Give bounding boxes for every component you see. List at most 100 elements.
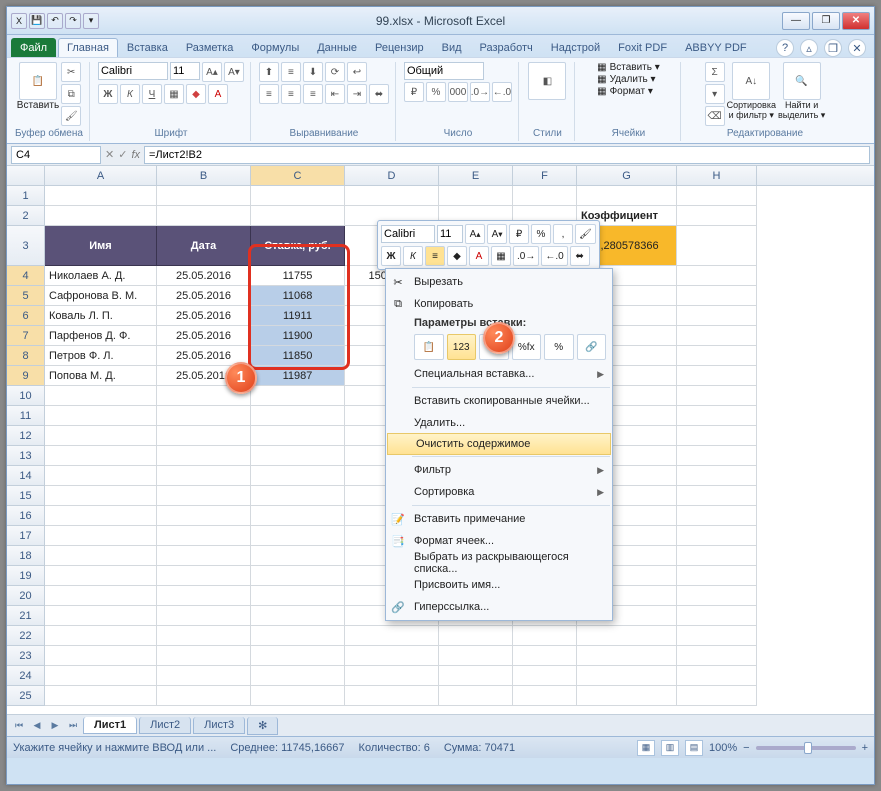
header-date[interactable]: Дата [157, 226, 251, 266]
copy-icon[interactable]: ⧉ [61, 84, 81, 104]
increase-indent-icon[interactable]: ⇥ [347, 84, 367, 104]
mini-decrease-font-icon[interactable]: A▾ [487, 224, 507, 244]
currency-icon[interactable]: ₽ [404, 82, 424, 102]
cell-rate[interactable]: 11755 [251, 266, 345, 286]
styles-icon[interactable]: ◧ [528, 62, 566, 100]
redo-icon[interactable]: ↷ [65, 13, 81, 29]
ribbon-minimize-icon[interactable]: ▵ [800, 39, 818, 57]
mini-inc-decimal-icon[interactable]: .0→ [513, 246, 539, 266]
fill-color-icon[interactable]: ◆ [186, 84, 206, 104]
zoom-slider[interactable] [756, 746, 856, 750]
delete-cells-icon[interactable]: ▦ [597, 74, 606, 85]
insert-cells-button[interactable]: Вставить ▾ [610, 62, 660, 73]
number-format-select[interactable] [404, 62, 484, 80]
mini-comma-icon[interactable]: , [553, 224, 573, 244]
tab-view[interactable]: Вид [433, 38, 471, 57]
mini-merge-icon[interactable]: ⬌ [570, 246, 590, 266]
mini-bold-icon[interactable]: Ж [381, 246, 401, 266]
ctx-define-name[interactable]: Присвоить имя... [386, 574, 612, 596]
cell-rate[interactable]: 11987 [251, 366, 345, 386]
row-header[interactable]: 13 [7, 446, 45, 466]
row-header[interactable]: 25 [7, 686, 45, 706]
mini-font-color-icon[interactable]: A [469, 246, 489, 266]
tab-developer[interactable]: Разработч [471, 38, 542, 57]
decrease-indent-icon[interactable]: ⇤ [325, 84, 345, 104]
header-name[interactable]: Имя [45, 226, 157, 266]
row-header[interactable]: 19 [7, 566, 45, 586]
align-right-icon[interactable]: ≡ [303, 84, 323, 104]
col-header-a[interactable]: A [45, 166, 157, 185]
font-name-select[interactable] [98, 62, 168, 80]
row-header[interactable]: 15 [7, 486, 45, 506]
ctx-clear-contents[interactable]: Очистить содержимое [387, 433, 611, 455]
tab-review[interactable]: Рецензир [366, 38, 433, 57]
cell-date[interactable]: 25.05.2016 [157, 326, 251, 346]
tab-layout[interactable]: Разметка [177, 38, 243, 57]
close-button[interactable]: ✕ [842, 12, 870, 30]
delete-cells-button[interactable]: Удалить ▾ [610, 74, 656, 85]
row-header[interactable]: 24 [7, 666, 45, 686]
view-page-layout-icon[interactable]: ▥ [661, 740, 679, 756]
align-left-icon[interactable]: ≡ [259, 84, 279, 104]
format-cells-icon[interactable]: ▦ [597, 86, 606, 97]
row-header[interactable]: 3 [7, 226, 45, 266]
orientation-icon[interactable]: ⟳ [325, 62, 345, 82]
tab-formulas[interactable]: Формулы [242, 38, 308, 57]
cell-name[interactable]: Попова М. Д. [45, 366, 157, 386]
view-normal-icon[interactable]: ▦ [637, 740, 655, 756]
paste-opt-values[interactable]: 123 [447, 334, 477, 360]
row-header[interactable]: 22 [7, 626, 45, 646]
row-header[interactable]: 9 [7, 366, 45, 386]
align-bottom-icon[interactable]: ⬇ [303, 62, 323, 82]
cell-name[interactable]: Коваль Л. П. [45, 306, 157, 326]
col-header-e[interactable]: E [439, 166, 513, 185]
row-header[interactable]: 7 [7, 326, 45, 346]
col-header-h[interactable]: H [677, 166, 757, 185]
paste-opt-no-borders[interactable]: % [544, 334, 574, 360]
row-header[interactable]: 11 [7, 406, 45, 426]
ctx-copy[interactable]: ⧉Копировать [386, 293, 612, 315]
new-sheet-button[interactable]: ✻ [247, 717, 278, 735]
row-header[interactable]: 23 [7, 646, 45, 666]
ctx-cut[interactable]: ✂Вырезать [386, 271, 612, 293]
mini-fill-color-icon[interactable]: ◆ [447, 246, 467, 266]
bold-icon[interactable]: Ж [98, 84, 118, 104]
clear-icon[interactable]: ⌫ [705, 106, 725, 126]
tab-nav-first[interactable]: ⏮ [11, 718, 27, 734]
border-icon[interactable]: ▦ [164, 84, 184, 104]
format-painter-icon[interactable]: 🖌 [61, 106, 81, 126]
paste-opt-all[interactable]: 📋 [414, 334, 444, 360]
mini-format-painter-icon[interactable]: 🖌 [575, 224, 596, 244]
paste-opt-link[interactable]: 🔗 [577, 334, 607, 360]
tab-nav-next[interactable]: ▶ [47, 718, 63, 734]
minimize-button[interactable]: — [782, 12, 810, 30]
underline-icon[interactable]: Ч [142, 84, 162, 104]
mini-font-select[interactable] [381, 225, 435, 243]
row-header[interactable]: 18 [7, 546, 45, 566]
percent-icon[interactable]: % [426, 82, 446, 102]
format-cells-button[interactable]: Формат ▾ [610, 86, 653, 97]
doc-close-icon[interactable]: ✕ [848, 39, 866, 57]
mini-align-center-icon[interactable]: ≡ [425, 246, 445, 266]
font-size-select[interactable] [170, 62, 200, 80]
view-page-break-icon[interactable]: ▤ [685, 740, 703, 756]
tab-insert[interactable]: Вставка [118, 38, 177, 57]
cell-rate[interactable]: 11911 [251, 306, 345, 326]
cancel-formula-icon[interactable]: ✕ [105, 148, 114, 161]
zoom-in-button[interactable]: + [862, 742, 868, 754]
tab-file[interactable]: Файл [11, 38, 56, 57]
row-header[interactable]: 8 [7, 346, 45, 366]
tab-data[interactable]: Данные [308, 38, 366, 57]
cell-date[interactable]: 25.05.2016 [157, 286, 251, 306]
row-header[interactable]: 14 [7, 466, 45, 486]
ctx-delete[interactable]: Удалить... [386, 412, 612, 434]
paste-opt-formulas-number[interactable]: %fx [512, 334, 542, 360]
ctx-hyperlink[interactable]: 🔗Гиперссылка... [386, 596, 612, 618]
row-header[interactable]: 6 [7, 306, 45, 326]
italic-icon[interactable]: К [120, 84, 140, 104]
sort-filter-icon[interactable]: A↓ [732, 62, 770, 100]
find-select-icon[interactable]: 🔍 [783, 62, 821, 100]
row-header[interactable]: 12 [7, 426, 45, 446]
align-middle-icon[interactable]: ≡ [281, 62, 301, 82]
col-header-b[interactable]: B [157, 166, 251, 185]
